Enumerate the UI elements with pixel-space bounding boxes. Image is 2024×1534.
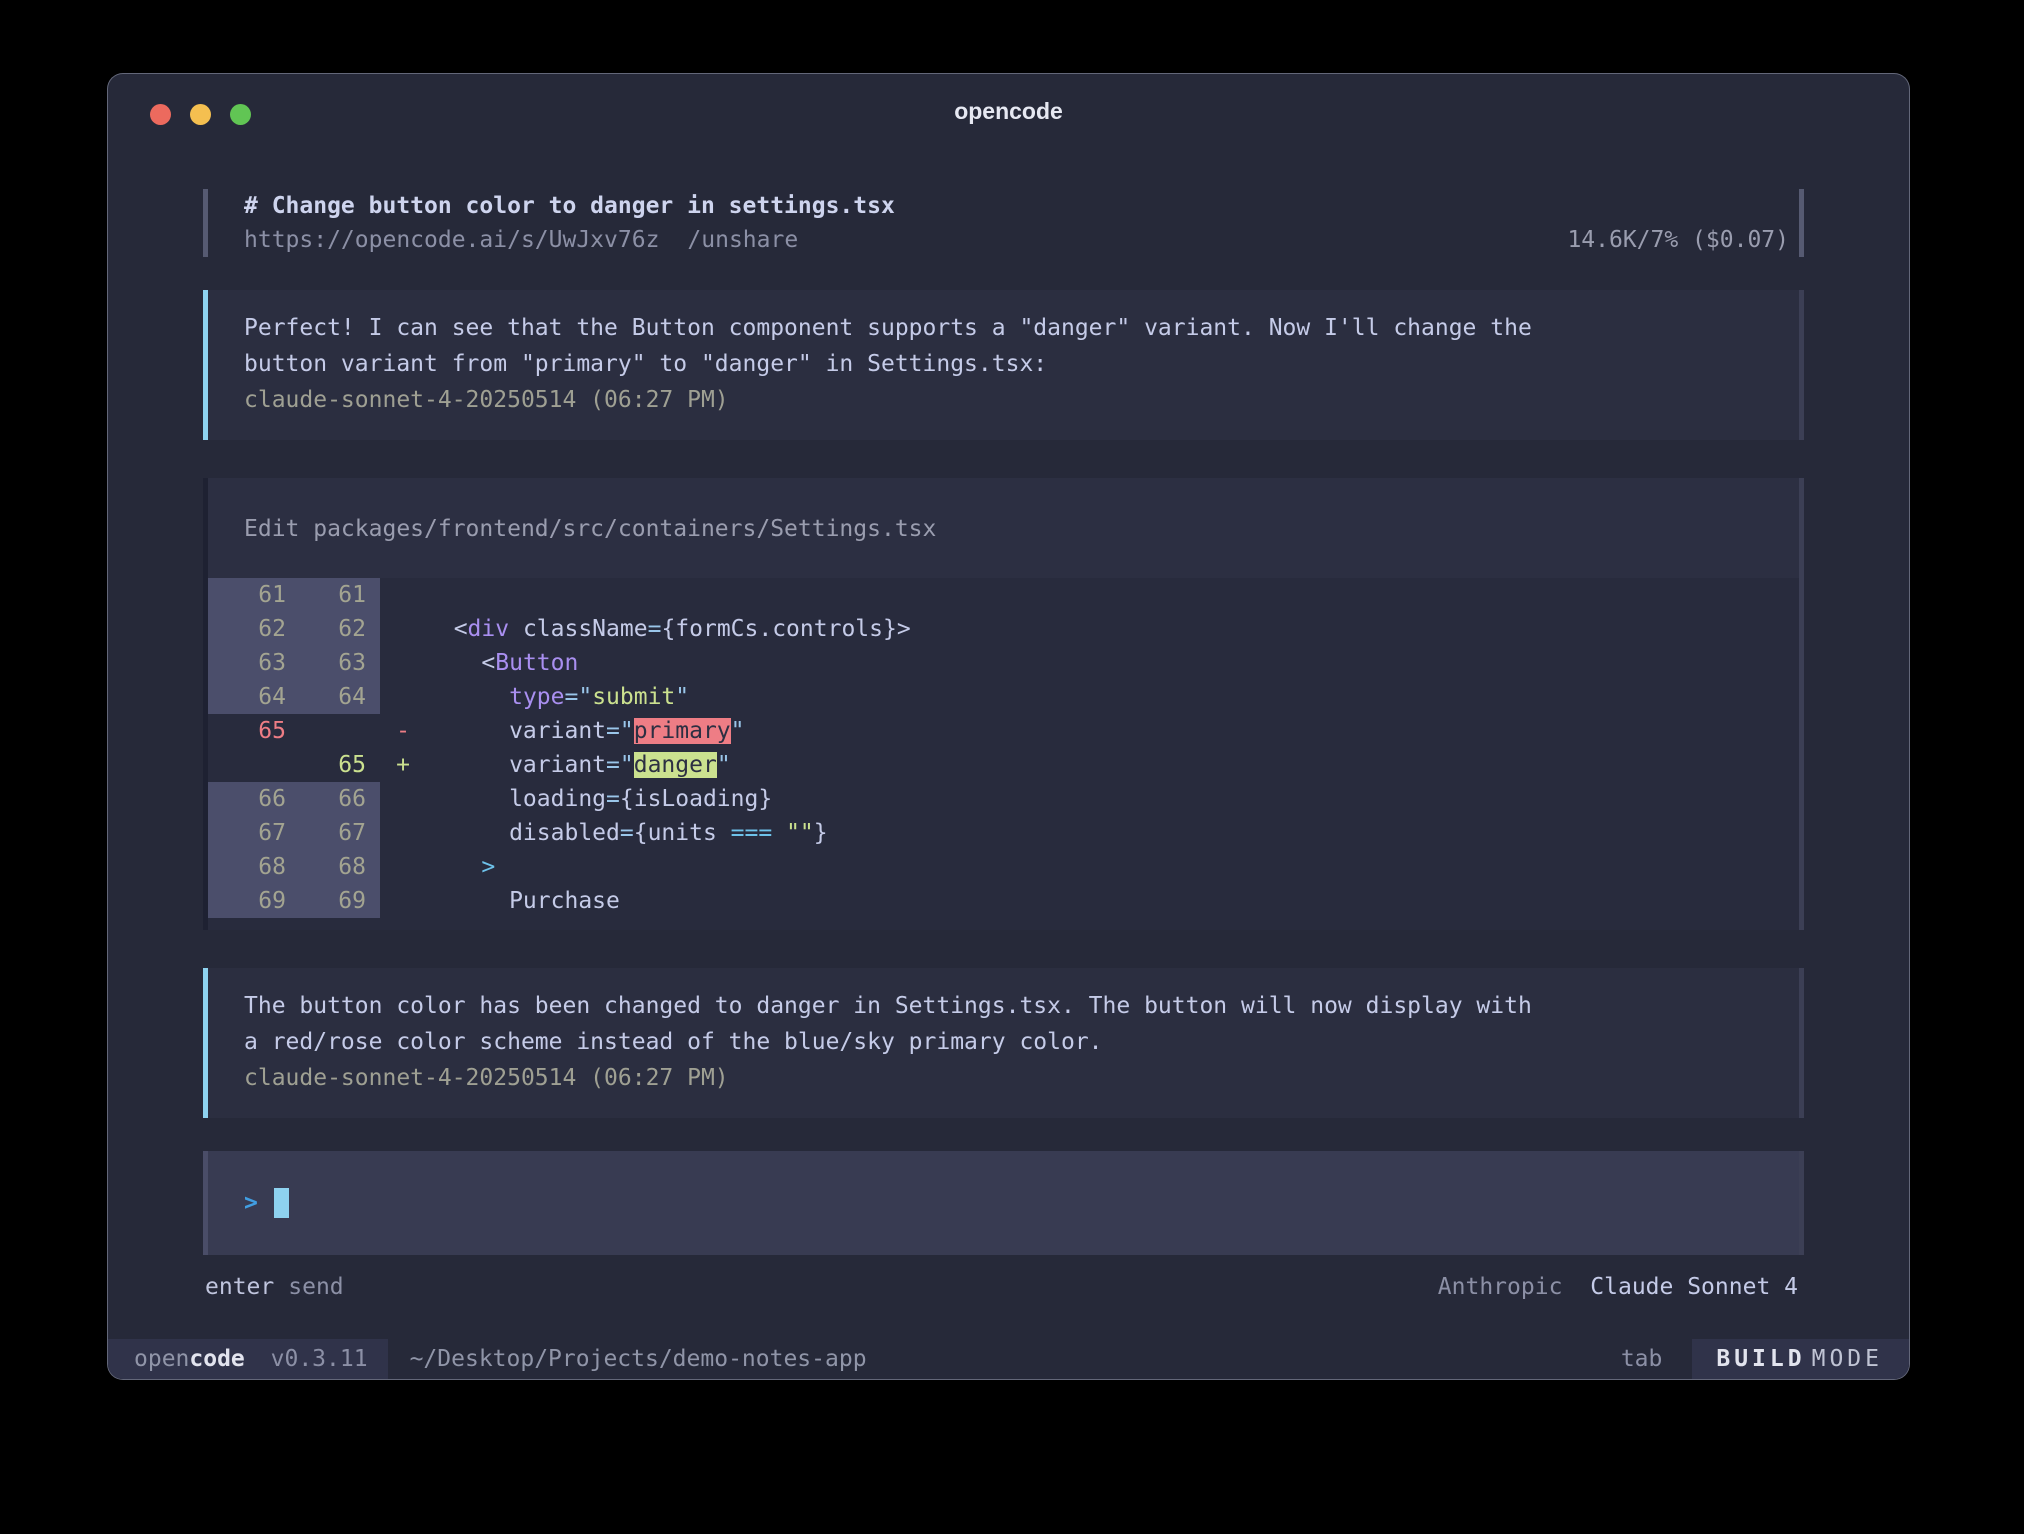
app-name-code: code (189, 1346, 244, 1372)
line-number-old: 65 (208, 714, 286, 748)
line-number-new: 61 (286, 578, 380, 612)
line-number-new: 69 (286, 884, 380, 918)
message-text-line: Perfect! I can see that the Button compo… (244, 310, 1779, 346)
line-number-new: 64 (286, 680, 380, 714)
line-number-old: 69 (208, 884, 286, 918)
message-text: Perfect! I can see that the Button compo… (244, 310, 1779, 382)
mode-name-bold: BUILD (1716, 1346, 1805, 1372)
code-line: <Button (426, 646, 578, 680)
session-title: # Change button color to danger in setti… (244, 189, 1799, 223)
code-line: type="submit" (426, 680, 689, 714)
diff-row: 6969 Purchase (208, 884, 1799, 918)
diff-marker (380, 816, 426, 850)
prompt-input[interactable]: > (203, 1151, 1804, 1255)
window-titlebar: opencode (108, 74, 1909, 146)
line-number-new: 66 (286, 782, 380, 816)
token-usage: 14.6K/7% ($0.07) (1567, 223, 1799, 257)
diff-row: 6464 type="submit" (208, 680, 1799, 714)
message-model-timestamp: claude-sonnet-4-20250514 (06:27 PM) (244, 382, 1779, 418)
diff-marker (380, 646, 426, 680)
diff-marker (380, 850, 426, 884)
tab-key-hint: tab (1621, 1346, 1663, 1372)
message-model-timestamp: claude-sonnet-4-20250514 (06:27 PM) (244, 1060, 1779, 1096)
code-line: > (426, 850, 495, 884)
diff-row: 6868 > (208, 850, 1799, 884)
status-bar: opencode v0.3.11 ~/Desktop/Projects/demo… (108, 1339, 1909, 1379)
text-cursor (274, 1188, 289, 1218)
line-number-new: 65 (286, 748, 380, 782)
diff-marker: - (380, 714, 426, 748)
diff-row: 65+ variant="danger" (208, 748, 1799, 782)
line-number-old (208, 748, 286, 782)
code-line: Purchase (426, 884, 620, 918)
diff-row: 6161 (208, 578, 1799, 612)
diff-marker (380, 680, 426, 714)
diff-row: 65 - variant="primary" (208, 714, 1799, 748)
assistant-message: Perfect! I can see that the Button compo… (203, 290, 1804, 440)
working-directory: ~/Desktop/Projects/demo-notes-app (410, 1346, 867, 1372)
line-number-old: 62 (208, 612, 286, 646)
line-number-new: 62 (286, 612, 380, 646)
line-number-old: 66 (208, 782, 286, 816)
line-number-old: 67 (208, 816, 286, 850)
share-url-link[interactable]: https://opencode.ai/s/UwJxv76z (244, 223, 659, 257)
diff-marker (380, 612, 426, 646)
app-name-open: open (134, 1346, 189, 1372)
prompt-chevron: > (244, 1186, 258, 1220)
code-line: disabled={units === ""} (426, 816, 828, 850)
hints-row: enter send Anthropic Claude Sonnet 4 (203, 1269, 1804, 1305)
assistant-message: The button color has been changed to dan… (203, 968, 1804, 1118)
model-label: Anthropic Claude Sonnet 4 (1438, 1269, 1798, 1305)
line-number-new: 63 (286, 646, 380, 680)
diff-row: 6767 disabled={units === ""} (208, 816, 1799, 850)
message-text: The button color has been changed to dan… (244, 988, 1779, 1060)
diff-rows: 61616262 <div className={formCs.controls… (208, 578, 1799, 930)
app-window: opencode # Change button color to danger… (107, 73, 1910, 1380)
diff-marker (380, 782, 426, 816)
line-number-new: 68 (286, 850, 380, 884)
app-version-badge: opencode v0.3.11 (108, 1339, 388, 1379)
code-line: variant="primary" (426, 714, 745, 748)
line-number-new (286, 714, 380, 748)
message-text-line: button variant from "primary" to "danger… (244, 346, 1779, 382)
mode-name-rest: MODE (1812, 1346, 1883, 1372)
line-number-old: 68 (208, 850, 286, 884)
edit-tool-title: Edit packages/frontend/src/containers/Se… (208, 478, 1799, 578)
unshare-command[interactable]: /unshare (687, 223, 798, 257)
model-name: Claude Sonnet 4 (1590, 1274, 1798, 1300)
diff-marker: + (380, 748, 426, 782)
line-number-old: 64 (208, 680, 286, 714)
code-line: variant="danger" (426, 748, 731, 782)
message-text-line: a red/rose color scheme instead of the b… (244, 1024, 1779, 1060)
app-version: v0.3.11 (271, 1346, 368, 1372)
code-line: <div className={formCs.controls}> (426, 612, 911, 646)
send-action-hint: send (288, 1269, 343, 1305)
terminal-content: # Change button color to danger in setti… (203, 146, 1804, 1305)
diff-marker (380, 884, 426, 918)
build-mode-badge: BUILD MODE (1692, 1339, 1909, 1379)
message-text-line: The button color has been changed to dan… (244, 988, 1779, 1024)
edit-tool-block: Edit packages/frontend/src/containers/Se… (203, 478, 1804, 930)
diff-marker (380, 578, 426, 612)
diff-row: 6262 <div className={formCs.controls}> (208, 612, 1799, 646)
code-line: loading={isLoading} (426, 782, 772, 816)
line-number-new: 67 (286, 816, 380, 850)
diff-row: 6363 <Button (208, 646, 1799, 680)
diff-row: 6666 loading={isLoading} (208, 782, 1799, 816)
model-provider: Anthropic (1438, 1274, 1563, 1300)
line-number-old: 61 (208, 578, 286, 612)
session-header: # Change button color to danger in setti… (203, 189, 1804, 257)
line-number-old: 63 (208, 646, 286, 680)
window-title: opencode (108, 98, 1909, 125)
enter-key-hint: enter (205, 1269, 274, 1305)
